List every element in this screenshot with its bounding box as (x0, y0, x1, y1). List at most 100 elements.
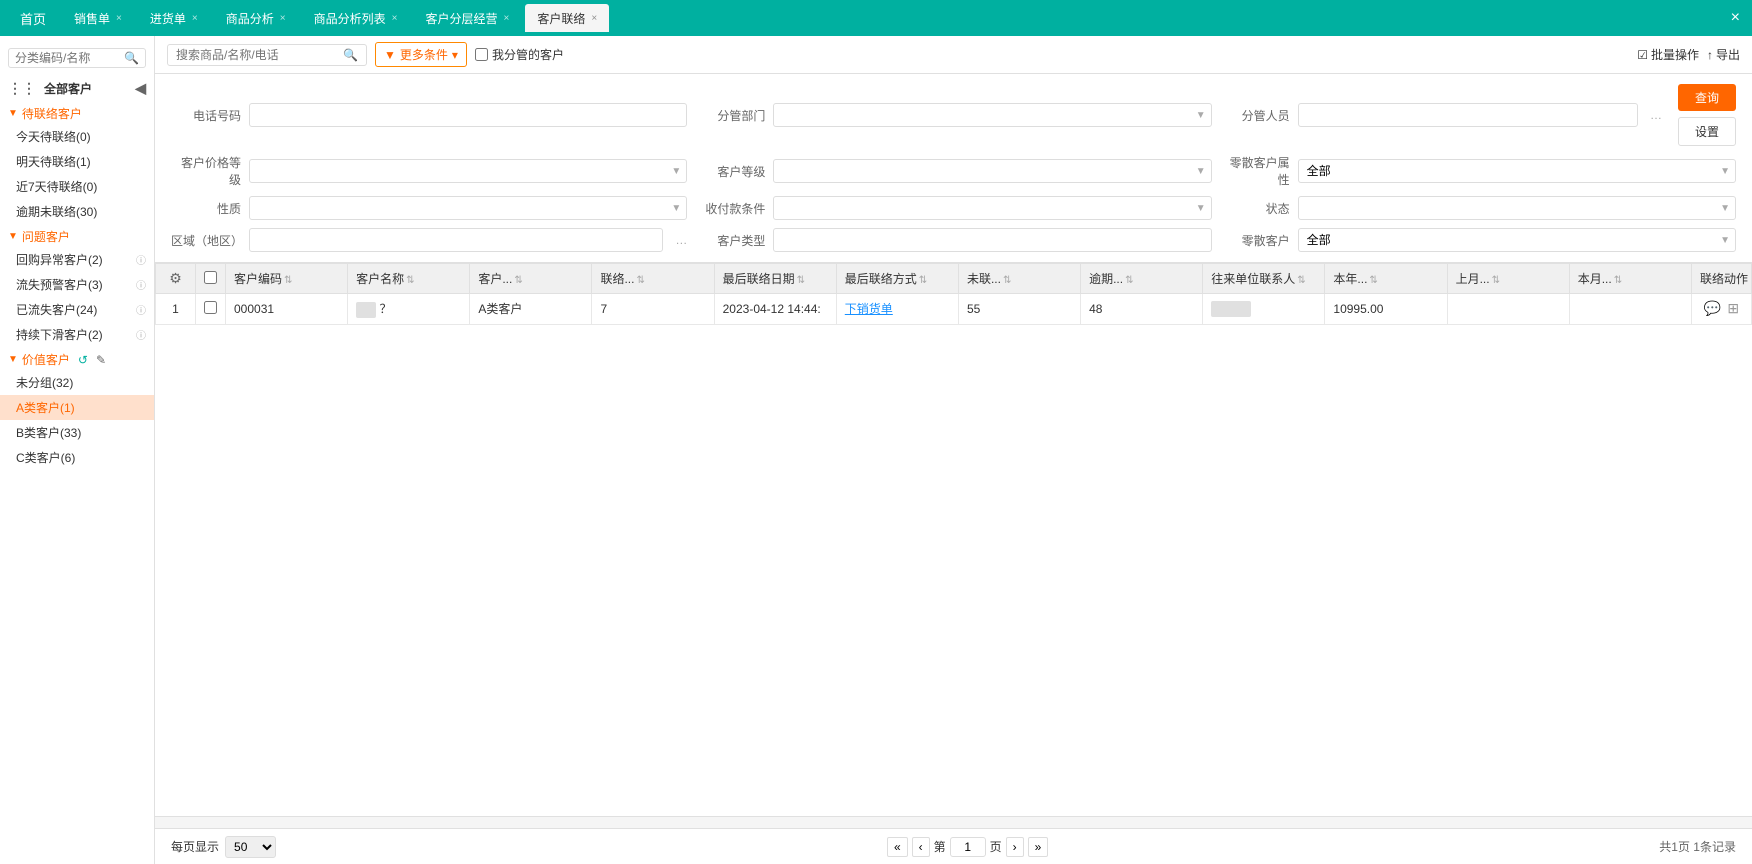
sidebar-all-customers[interactable]: ⋮⋮ 全部客户 ◀ (0, 76, 154, 101)
level-select[interactable] (773, 159, 1211, 183)
th-overdue[interactable]: 逾期...⇅ (1081, 264, 1203, 294)
prev-page-btn[interactable]: ‹ (912, 837, 930, 857)
toolbar-search-icon: 🔍 (343, 48, 358, 62)
collapse-icon[interactable]: ◀ (135, 80, 146, 97)
td-name[interactable]: ？ (348, 294, 470, 325)
person-more-icon[interactable]: … (1650, 108, 1662, 122)
sidebar-item-churn-warning[interactable]: 流失预警客户(3) ⓘ (0, 272, 154, 297)
price-level-select[interactable] (249, 159, 687, 183)
retail-customer-select[interactable]: 全部 (1298, 228, 1736, 252)
region-input[interactable] (249, 228, 663, 252)
th-checkbox[interactable] (196, 264, 226, 294)
last-method-link[interactable]: 下销货单 (845, 302, 893, 316)
data-table-wrap: ⚙ 客户编码⇅ 客户名称⇅ 客户...⇅ 联络...⇅ 最后联络日期⇅ 最后联络… (155, 263, 1752, 816)
info-icon-churn-warning: ⓘ (136, 277, 146, 292)
nav-product-analysis-list[interactable]: 商品分析列表 × (302, 4, 410, 32)
select-all-checkbox[interactable] (204, 271, 217, 284)
chat-icon[interactable]: 💬 (1704, 300, 1721, 317)
sidebar-item-churned[interactable]: 已流失客户(24) ⓘ (0, 297, 154, 322)
set-button[interactable]: 设置 (1678, 117, 1736, 146)
th-contact[interactable]: 联络...⇅ (592, 264, 714, 294)
phone-input[interactable] (249, 103, 687, 127)
level-label: 客户等级 (695, 163, 765, 180)
edit-icon[interactable]: ✎ (96, 353, 106, 367)
my-customer-checkbox[interactable]: 我分管的客户 (475, 46, 564, 63)
th-unit-contact[interactable]: 往来单位联系人⇅ (1203, 264, 1325, 294)
gear-icon[interactable]: ⚙ (169, 270, 182, 286)
th-gear[interactable]: ⚙ (156, 264, 196, 294)
triangle-icon-3: ▼ (8, 354, 18, 365)
page-suffix-label: 页 (990, 838, 1002, 855)
export-btn[interactable]: ↑ 导出 (1707, 46, 1740, 63)
dept-select[interactable] (773, 103, 1211, 127)
td-last-method[interactable]: 下销货单 (836, 294, 958, 325)
my-customer-check[interactable] (475, 48, 488, 61)
last-page-btn[interactable]: » (1028, 837, 1049, 857)
sidebar-search-input[interactable] (15, 51, 124, 65)
refresh-icon[interactable]: ↺ (78, 353, 88, 367)
sidebar-item-overdue-pending[interactable]: 逾期未联络(30) (0, 199, 154, 224)
close-customer-contact[interactable]: × (591, 13, 597, 24)
sidebar-item-7day-pending[interactable]: 近7天待联络(0) (0, 174, 154, 199)
sort-name: ⇅ (406, 275, 414, 286)
sidebar-item-class-b[interactable]: B类客户(33) (0, 420, 154, 445)
sidebar-item-declining[interactable]: 持续下滑客户(2) ⓘ (0, 322, 154, 347)
td-this-year: 10995.00 (1325, 294, 1447, 325)
th-last-month[interactable]: 上月...⇅ (1447, 264, 1569, 294)
sidebar-item-tomorrow-pending[interactable]: 明天待联络(1) (0, 149, 154, 174)
dept-select-wrap: ▼ (773, 103, 1211, 127)
nav-product-analysis[interactable]: 商品分析 × (214, 4, 298, 32)
nav-purchase-order[interactable]: 进货单 × (138, 4, 210, 32)
query-button[interactable]: 查询 (1678, 84, 1736, 111)
close-product-analysis-list[interactable]: × (392, 13, 398, 24)
nav-customer-layer[interactable]: 客户分层经营 × (413, 4, 521, 32)
payment-label: 收付款条件 (695, 200, 765, 217)
region-more-icon[interactable]: … (675, 233, 687, 247)
close-purchase-order[interactable]: × (192, 13, 198, 24)
td-code: 000031 (226, 294, 348, 325)
more-filter-btn[interactable]: ▼ 更多条件 ▾ (375, 42, 467, 67)
td-checkbox[interactable] (196, 294, 226, 325)
status-select[interactable] (1298, 196, 1736, 220)
grid-icon[interactable]: ⊞ (1727, 300, 1739, 317)
window-close-btn[interactable]: × (1727, 5, 1744, 31)
td-contact: 7 (592, 294, 714, 325)
td-this-month (1569, 294, 1691, 325)
batch-op-btn[interactable]: ☑ 批量操作 (1637, 46, 1699, 63)
sidebar-item-class-a[interactable]: A类客户(1) (0, 395, 154, 420)
sidebar-item-ungrouped[interactable]: 未分组(32) (0, 370, 154, 395)
close-customer-layer[interactable]: × (503, 13, 509, 24)
nav-customer-contact[interactable]: 客户联络 × (525, 4, 609, 32)
customer-type-input[interactable] (773, 228, 1211, 252)
payment-select[interactable] (773, 196, 1211, 220)
sidebar-item-class-c[interactable]: C类客户(6) (0, 445, 154, 470)
close-sales-order[interactable]: × (116, 13, 122, 24)
nature-select[interactable] (249, 196, 687, 220)
th-last-date[interactable]: 最后联络日期⇅ (714, 264, 836, 294)
th-this-month[interactable]: 本月...⇅ (1569, 264, 1691, 294)
page-size-select[interactable]: 50 100 200 (225, 836, 276, 858)
th-last-method[interactable]: 最后联络方式⇅ (836, 264, 958, 294)
sidebar-item-repurchase[interactable]: 回购异常客户(2) ⓘ (0, 247, 154, 272)
page-input[interactable] (950, 837, 986, 857)
filter-row-nature: 性质 ▼ (171, 196, 687, 220)
toolbar-right: ☑ 批量操作 ↑ 导出 (1637, 46, 1740, 63)
main-layout: 🔍 ⋮⋮ 全部客户 ◀ ▼ 待联络客户 今天待联络(0) 明天待联络(1) 近7… (0, 36, 1752, 864)
row-checkbox[interactable] (204, 301, 217, 314)
sort-contact: ⇅ (636, 275, 644, 286)
close-product-analysis[interactable]: × (280, 13, 286, 24)
th-type[interactable]: 客户...⇅ (470, 264, 592, 294)
sidebar-item-today-pending[interactable]: 今天待联络(0) (0, 124, 154, 149)
horizontal-scrollbar[interactable] (155, 816, 1752, 828)
th-code[interactable]: 客户编码⇅ (226, 264, 348, 294)
th-name[interactable]: 客户名称⇅ (348, 264, 470, 294)
toolbar-search-input[interactable] (176, 48, 339, 62)
nav-home[interactable]: 首页 (8, 4, 58, 32)
retail-attr-select[interactable]: 全部 (1298, 159, 1736, 183)
th-not-contact[interactable]: 未联...⇅ (958, 264, 1080, 294)
next-page-btn[interactable]: › (1006, 837, 1024, 857)
first-page-btn[interactable]: « (887, 837, 908, 857)
nav-sales-order[interactable]: 销售单 × (62, 4, 134, 32)
th-this-year[interactable]: 本年...⇅ (1325, 264, 1447, 294)
person-input[interactable] (1298, 103, 1638, 127)
